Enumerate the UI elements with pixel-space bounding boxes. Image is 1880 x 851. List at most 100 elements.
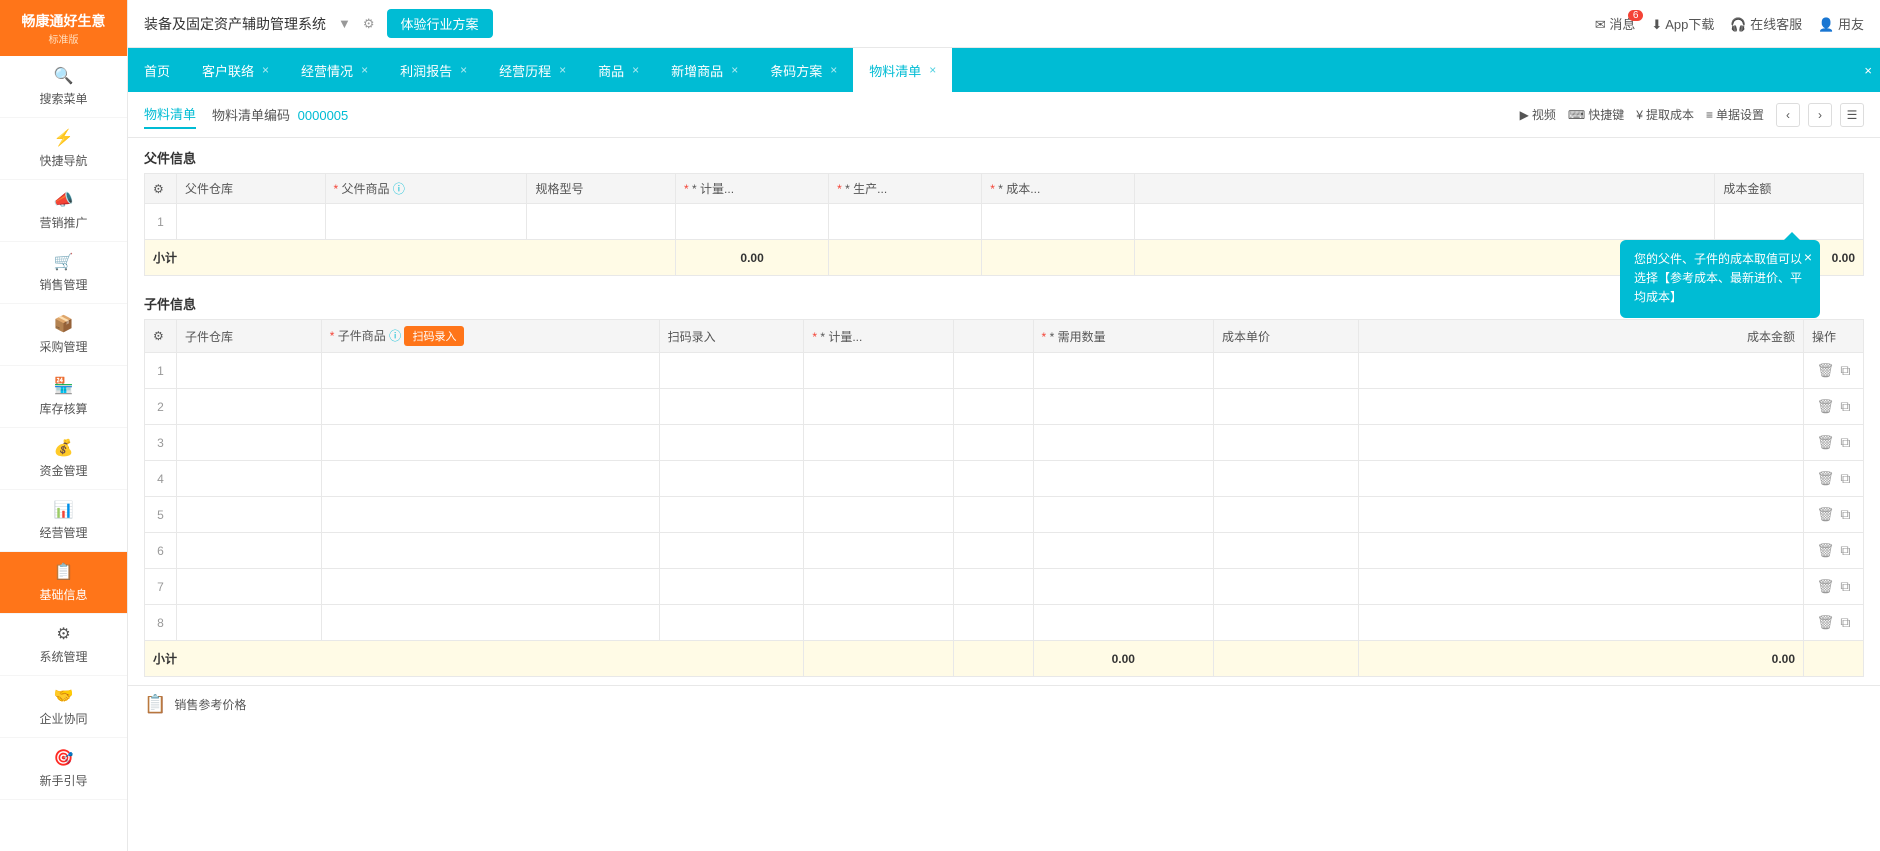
delete-icon[interactable]: 🗑 [1817, 542, 1835, 559]
setting-action[interactable]: ≡ 单据设置 [1706, 106, 1764, 123]
copy-icon[interactable]: ⧉ [1840, 470, 1850, 487]
dropdown-icon[interactable]: ▼ [338, 16, 351, 31]
child-row-spec[interactable] [659, 353, 804, 389]
child-row-goods[interactable] [321, 605, 659, 641]
copy-icon[interactable]: ⧉ [1840, 506, 1850, 523]
child-row-required-qty[interactable] [1033, 533, 1213, 569]
prev-button[interactable]: ‹ [1776, 103, 1800, 127]
tab-customer[interactable]: 客户联络 × [186, 48, 285, 92]
tab-close-history[interactable]: × [559, 63, 566, 77]
settings-icon[interactable]: ⚙ [363, 16, 375, 32]
copy-icon[interactable]: ⧉ [1840, 542, 1850, 559]
copy-icon[interactable]: ⧉ [1840, 362, 1850, 379]
scan-input-button[interactable]: 扫码录入 [404, 326, 464, 346]
message-area[interactable]: ✉ 消息 6 [1595, 14, 1636, 33]
child-row-unit[interactable] [804, 461, 953, 497]
shortcut-action[interactable]: ⌨ 快捷键 [1568, 106, 1624, 123]
child-row-spec[interactable] [659, 569, 804, 605]
child-row-goods[interactable] [321, 533, 659, 569]
child-row-goods[interactable] [321, 425, 659, 461]
child-row-unit[interactable] [804, 605, 953, 641]
sidebar-item-sales[interactable]: 🛒 销售管理 [0, 242, 127, 304]
sidebar-item-operations[interactable]: 📊 经营管理 [0, 490, 127, 552]
sidebar-item-enterprise[interactable]: 🤝 企业协同 [0, 676, 127, 738]
parent-row-1-spec[interactable] [527, 204, 676, 240]
child-row-required-qty[interactable] [1033, 605, 1213, 641]
sidebar-item-finance[interactable]: 💰 资金管理 [0, 428, 127, 490]
child-row-required-qty[interactable] [1033, 461, 1213, 497]
delete-icon[interactable]: 🗑 [1817, 470, 1835, 487]
tab-home[interactable]: 首页 [128, 48, 186, 92]
parent-row-1-production[interactable] [829, 204, 982, 240]
child-row-spec[interactable] [659, 461, 804, 497]
copy-icon[interactable]: ⧉ [1840, 434, 1850, 451]
sidebar-item-purchase[interactable]: 📦 采购管理 [0, 304, 127, 366]
child-row-unit[interactable] [804, 425, 953, 461]
child-row-required-qty[interactable] [1033, 497, 1213, 533]
child-row-warehouse[interactable] [177, 353, 322, 389]
tab-history[interactable]: 经营历程 × [483, 48, 582, 92]
tab-close-new-goods[interactable]: × [731, 63, 738, 77]
child-row-unit[interactable] [804, 389, 953, 425]
child-row-required-qty[interactable] [1033, 425, 1213, 461]
tab-bom[interactable]: 物料清单 × [853, 48, 952, 92]
child-row-warehouse[interactable] [177, 605, 322, 641]
child-row-goods[interactable] [321, 569, 659, 605]
child-row-spec[interactable] [659, 425, 804, 461]
sub-tab-bom-list[interactable]: 物料清单 [144, 100, 196, 129]
child-row-spec[interactable] [659, 605, 804, 641]
child-row-goods[interactable] [321, 461, 659, 497]
child-row-spec[interactable] [659, 533, 804, 569]
parent-row-1-warehouse[interactable] [177, 204, 326, 240]
parent-row-1-cost[interactable] [982, 204, 1135, 240]
sidebar-item-inventory[interactable]: 🏪 库存核算 [0, 366, 127, 428]
child-row-warehouse[interactable] [177, 389, 322, 425]
tab-profit[interactable]: 利润报告 × [384, 48, 483, 92]
tab-barcode[interactable]: 条码方案 × [754, 48, 853, 92]
tab-new-goods[interactable]: 新增商品 × [655, 48, 754, 92]
sidebar-item-search[interactable]: 🔍 搜索菜单 [0, 56, 127, 118]
child-row-goods[interactable] [321, 497, 659, 533]
child-row-warehouse[interactable] [177, 497, 322, 533]
tab-close-goods[interactable]: × [632, 63, 639, 77]
sub-tab-bom-code[interactable]: 物料清单编码 0000005 [212, 101, 348, 128]
child-row-unit[interactable] [804, 533, 953, 569]
tab-goods[interactable]: 商品 × [582, 48, 655, 92]
delete-icon[interactable]: 🗑 [1817, 578, 1835, 595]
tooltip-close-button[interactable]: × [1804, 246, 1812, 268]
sidebar-item-quick-nav[interactable]: ⚡ 快捷导航 [0, 118, 127, 180]
cost-action[interactable]: ¥ 提取成本 [1636, 106, 1694, 123]
tab-close-barcode[interactable]: × [830, 63, 837, 77]
copy-icon[interactable]: ⧉ [1840, 578, 1850, 595]
copy-icon[interactable]: ⧉ [1840, 398, 1850, 415]
child-col-gear[interactable]: ⚙ [145, 320, 177, 353]
child-row-unit[interactable] [804, 569, 953, 605]
child-row-warehouse[interactable] [177, 569, 322, 605]
child-row-unit[interactable] [804, 497, 953, 533]
online-service[interactable]: 🎧 在线客服 [1730, 14, 1802, 33]
tab-close-bom[interactable]: × [929, 63, 936, 77]
sidebar-item-basic-info[interactable]: 📋 基础信息 [0, 552, 127, 614]
tab-close-customer[interactable]: × [262, 63, 269, 77]
parent-row-1-goods[interactable] [325, 204, 527, 240]
copy-icon[interactable]: ⧉ [1840, 614, 1850, 631]
tab-close-profit[interactable]: × [460, 63, 467, 77]
child-row-goods[interactable] [321, 353, 659, 389]
parent-row-1-unit[interactable] [676, 204, 829, 240]
delete-icon[interactable]: 🗑 [1817, 434, 1835, 451]
child-row-goods[interactable] [321, 389, 659, 425]
app-download[interactable]: ⬇ App下载 [1651, 14, 1714, 33]
delete-icon[interactable]: 🗑 [1817, 398, 1835, 415]
user-area[interactable]: 👤 用友 [1818, 14, 1864, 33]
delete-icon[interactable]: 🗑 [1817, 614, 1835, 631]
sidebar-item-guide[interactable]: 🎯 新手引导 [0, 738, 127, 800]
trial-button[interactable]: 体验行业方案 [387, 9, 493, 38]
child-row-unit[interactable] [804, 353, 953, 389]
sidebar-item-marketing[interactable]: 📣 营销推广 [0, 180, 127, 242]
child-row-warehouse[interactable] [177, 461, 322, 497]
child-row-required-qty[interactable] [1033, 569, 1213, 605]
child-row-required-qty[interactable] [1033, 353, 1213, 389]
delete-icon[interactable]: 🗑 [1817, 362, 1835, 379]
next-button[interactable]: › [1808, 103, 1832, 127]
child-row-warehouse[interactable] [177, 425, 322, 461]
